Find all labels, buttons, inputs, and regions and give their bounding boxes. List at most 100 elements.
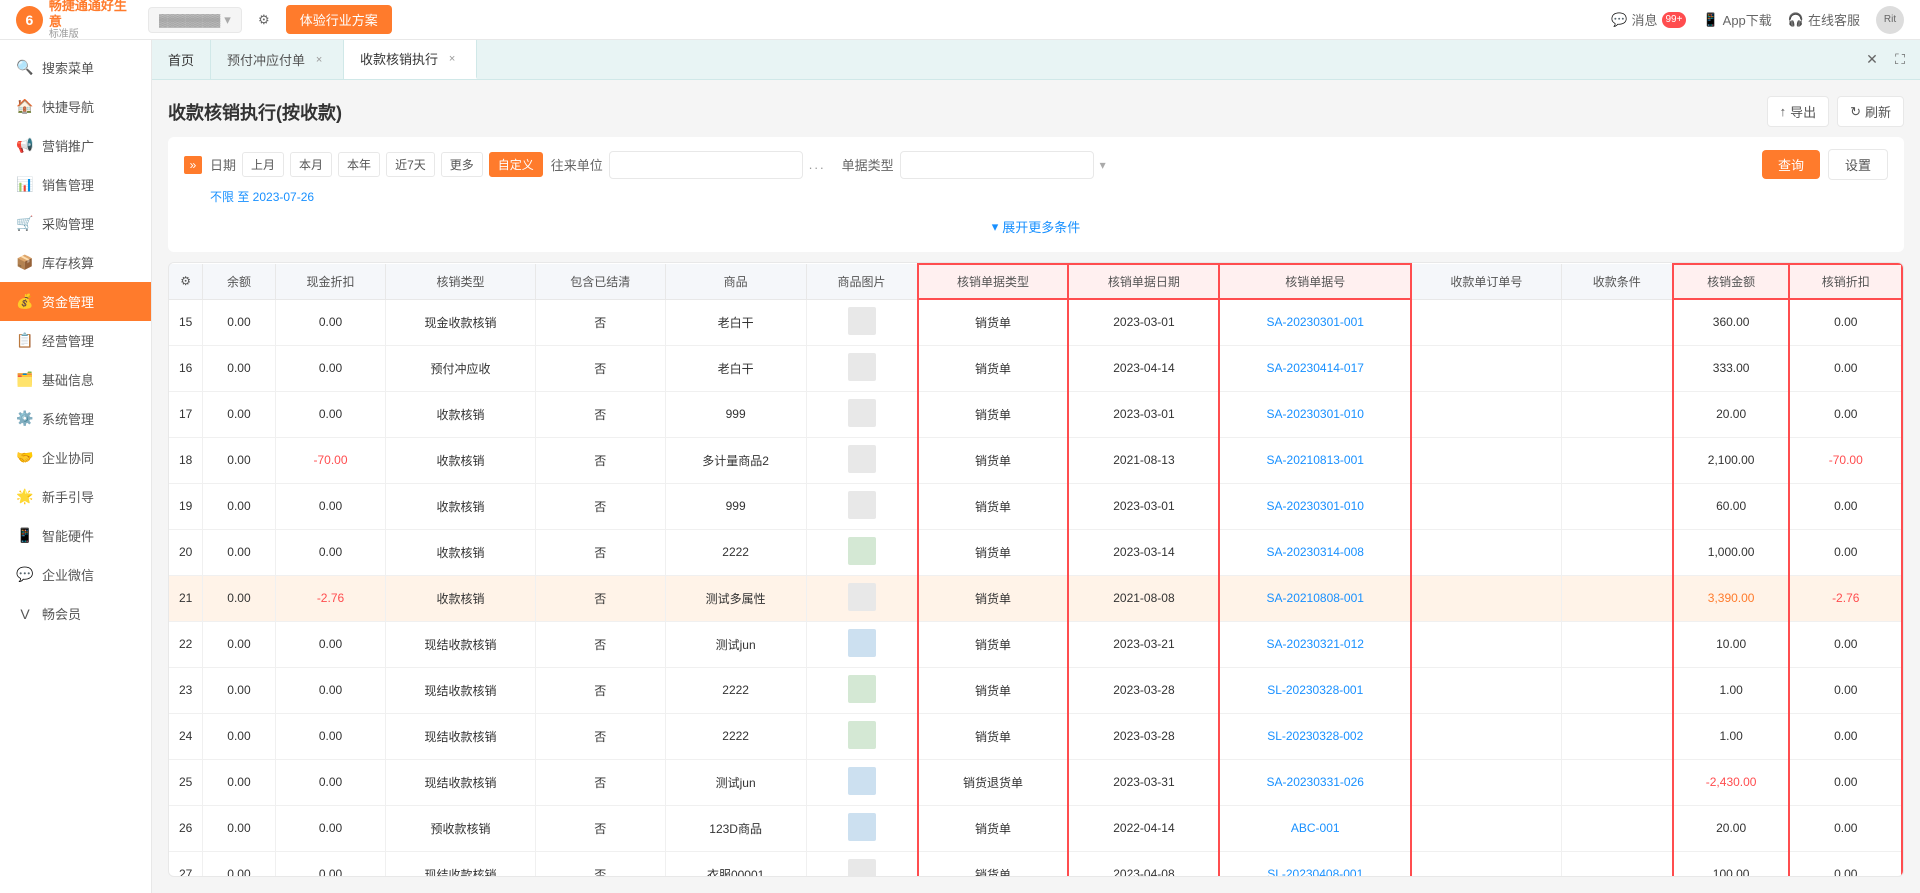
bill-type-dropdown-icon[interactable]: ▾ (1100, 158, 1106, 172)
filter-partner-input[interactable] (609, 151, 803, 179)
cell-writeoff-bill-no[interactable]: SA-20230314-008 (1219, 529, 1411, 575)
sidebar-item-finance[interactable]: 💰 资金管理 (0, 282, 151, 321)
cell-writeoff-bill-no[interactable]: SL-20230408-001 (1219, 851, 1411, 877)
cell-writeoff-bill-no[interactable]: SA-20230414-017 (1219, 345, 1411, 391)
cell-receipt-order-no (1411, 391, 1561, 437)
cell-writeoff-bill-no[interactable]: ABC-001 (1219, 805, 1411, 851)
cell-write-off-type: 现结收款核销 (386, 713, 535, 759)
col-settings[interactable]: ⚙ (169, 264, 203, 299)
filter-last-7-days[interactable]: 近7天 (386, 152, 435, 177)
sidebar-item-corpcollab[interactable]: 🤝 企业协同 (0, 438, 151, 477)
writeoff-bill-no-link[interactable]: SA-20230301-010 (1267, 407, 1364, 421)
expand-arrow-btn[interactable]: » (184, 156, 202, 174)
cell-receipt-order-no (1411, 667, 1561, 713)
data-table: ⚙ 余额 现金折扣 核销类型 包含已结清 商品 商品图片 核销单据类型 核销单据… (169, 263, 1903, 877)
filter-settings-button[interactable]: 设置 (1828, 149, 1888, 180)
cell-writeoff-bill-no[interactable]: SL-20230328-001 (1219, 667, 1411, 713)
writeoff-bill-no-link[interactable]: SA-20210813-001 (1267, 453, 1364, 467)
tab-close-all-btn[interactable]: ✕ (1860, 48, 1884, 72)
sidebar-item-basicinfo[interactable]: 🗂️ 基础信息 (0, 360, 151, 399)
expand-arrow-icon[interactable]: » (184, 156, 202, 174)
sidebar-item-inventory[interactable]: 📦 库存核算 (0, 243, 151, 282)
sidebar-label-member: 畅会员 (42, 604, 81, 623)
writeoff-bill-no-link[interactable]: SA-20230301-010 (1267, 499, 1364, 513)
writeoff-bill-no-link[interactable]: SA-20230414-017 (1267, 361, 1364, 375)
filter-bill-type-input[interactable] (900, 151, 1094, 179)
filter-this-year[interactable]: 本年 (338, 152, 380, 177)
cell-writeoff-bill-no[interactable]: SA-20230321-012 (1219, 621, 1411, 667)
writeoff-bill-no-link[interactable]: SA-20230331-026 (1267, 775, 1364, 789)
gear-button[interactable]: ⚙ (250, 6, 278, 34)
sidebar-item-smarthw[interactable]: 📱 智能硬件 (0, 516, 151, 555)
app-download-area[interactable]: 📱 App下载 (1702, 10, 1771, 29)
cell-writeoff-bill-type: 销货单 (918, 437, 1069, 483)
cell-writeoff-bill-no[interactable]: SA-20230301-010 (1219, 391, 1411, 437)
refresh-button[interactable]: ↻ 刷新 (1837, 96, 1904, 127)
cell-writeoff-bill-date: 2023-04-08 (1068, 851, 1219, 877)
cell-writeoff-bill-type: 销货单 (918, 667, 1069, 713)
cell-writeoff-bill-no[interactable]: SA-20230301-001 (1219, 299, 1411, 345)
writeoff-bill-no-link[interactable]: SL-20230328-001 (1267, 683, 1363, 697)
corpwx-icon: 💬 (16, 566, 34, 583)
filter-custom[interactable]: 自定义 (489, 152, 543, 177)
sidebar-item-quicknav[interactable]: 🏠 快捷导航 (0, 87, 151, 126)
cell-goods-img (806, 391, 918, 437)
sidebar-item-corpwx[interactable]: 💬 企业微信 (0, 555, 151, 594)
cell-writeoff-bill-no[interactable]: SA-20210813-001 (1219, 437, 1411, 483)
col-writeoff-discount: 核销折扣 (1789, 264, 1902, 299)
sidebar-item-newguide[interactable]: 🌟 新手引导 (0, 477, 151, 516)
cell-cash-discount: 0.00 (275, 391, 386, 437)
sidebar-item-bizmanage[interactable]: 📋 经营管理 (0, 321, 151, 360)
search-icon: 🔍 (16, 59, 34, 76)
filter-last-month[interactable]: 上月 (242, 152, 284, 177)
cell-cash-discount: 0.00 (275, 667, 386, 713)
cell-balance: 0.00 (203, 851, 275, 877)
online-service-area[interactable]: 🎧 在线客服 (1788, 10, 1860, 29)
filter-this-month[interactable]: 本月 (290, 152, 332, 177)
sidebar-item-search[interactable]: 🔍 搜索菜单 (0, 48, 151, 87)
service-icon: 🎧 (1788, 12, 1804, 28)
filter-more[interactable]: 更多 (441, 152, 483, 177)
sidebar-item-sales[interactable]: 📊 销售管理 (0, 165, 151, 204)
cell-cash-discount: 0.00 (275, 759, 386, 805)
cell-writeoff-bill-no[interactable]: SA-20210808-001 (1219, 575, 1411, 621)
sidebar-item-sysmanage[interactable]: ⚙️ 系统管理 (0, 399, 151, 438)
page-content: 收款核销执行(按收款) ↑ 导出 ↻ 刷新 » (152, 80, 1920, 893)
tab-prepay-close[interactable]: × (311, 52, 327, 68)
sidebar-item-member[interactable]: V 畅会员 (0, 594, 151, 633)
cell-writeoff-bill-no[interactable]: SA-20230331-026 (1219, 759, 1411, 805)
company-selector[interactable]: ▓▓▓▓▓▓▓ ▾ (148, 7, 242, 33)
tab-expand-btn[interactable]: ⛶ (1888, 48, 1912, 72)
user-avatar[interactable]: Rit (1876, 6, 1904, 34)
cell-writeoff-bill-no[interactable]: SL-20230328-002 (1219, 713, 1411, 759)
filter-date-note: 不限 至 2023-07-26 (210, 190, 314, 204)
writeoff-bill-no-link[interactable]: SA-20230321-012 (1267, 637, 1364, 651)
sidebar-item-purchase[interactable]: 🛒 采购管理 (0, 204, 151, 243)
expand-more-conditions[interactable]: ▾ 展开更多条件 (184, 213, 1888, 240)
writeoff-bill-no-link[interactable]: SA-20230314-008 (1267, 545, 1364, 559)
tab-receipt[interactable]: 收款核销执行 × (344, 40, 477, 79)
export-button[interactable]: ↑ 导出 (1767, 96, 1830, 127)
query-button[interactable]: 查询 (1762, 150, 1820, 179)
writeoff-bill-no-link[interactable]: SA-20210808-001 (1267, 591, 1364, 605)
purchase-icon: 🛒 (16, 215, 34, 232)
tab-receipt-close[interactable]: × (444, 51, 460, 67)
writeoff-bill-no-link[interactable]: ABC-001 (1291, 821, 1340, 835)
table-row: 20 0.00 0.00 收款核销 否 2222 销货单 2023-03-14 … (169, 529, 1902, 575)
industry-btn[interactable]: 体验行业方案 (286, 5, 392, 34)
cell-receipt-order-no (1411, 483, 1561, 529)
tab-bar: 首页 预付冲应付单 × 收款核销执行 × ✕ ⛶ (152, 40, 1920, 80)
sidebar-item-marketing[interactable]: 📢 营销推广 (0, 126, 151, 165)
sidebar-label-smarthw: 智能硬件 (42, 526, 94, 545)
tab-home[interactable]: 首页 (152, 40, 211, 79)
notification-area[interactable]: 💬 消息 99+ (1611, 10, 1686, 29)
writeoff-bill-no-link[interactable]: SA-20230301-001 (1267, 315, 1364, 329)
col-goods: 商品 (665, 264, 806, 299)
cell-writeoff-bill-no[interactable]: SA-20230301-010 (1219, 483, 1411, 529)
main-content: 首页 预付冲应付单 × 收款核销执行 × ✕ ⛶ 收款核销执行(按收款) (152, 40, 1920, 893)
cell-no: 16 (169, 345, 203, 391)
tab-prepay[interactable]: 预付冲应付单 × (211, 40, 344, 79)
writeoff-bill-no-link[interactable]: SL-20230408-001 (1267, 867, 1363, 877)
writeoff-bill-no-link[interactable]: SL-20230328-002 (1267, 729, 1363, 743)
download-icon: 📱 (1702, 12, 1718, 28)
